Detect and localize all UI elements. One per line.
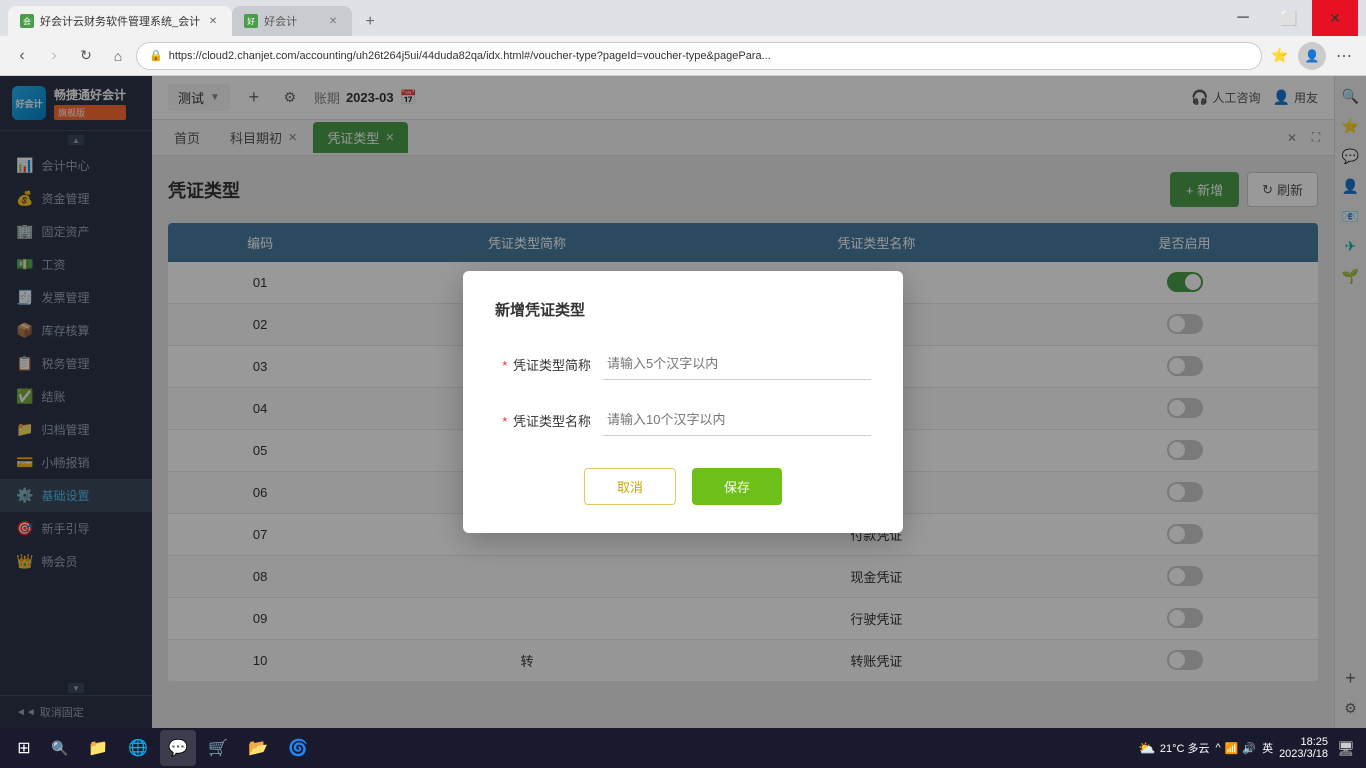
full-name-label: * 凭证类型名称: [495, 411, 591, 430]
cancel-btn[interactable]: 取消: [584, 468, 676, 505]
system-tray: ^ 📶 🔊: [1215, 742, 1256, 755]
taskbar-apps: 📁 🌐 💬 🛒 📂 🌀: [80, 730, 316, 766]
volume-icon: 🔊: [1242, 742, 1256, 755]
dialog-actions: 取消 保存: [495, 468, 871, 505]
taskbar: ⊞ 🔍 📁 🌐 💬 🛒 📂 🌀 ⛅ 21°C 多云 ^ 📶 🔊 英 18:25 …: [0, 728, 1366, 768]
time-display: 18:25: [1300, 736, 1328, 748]
tab-close-2[interactable]: ✕: [326, 14, 340, 28]
taskbar-app-1[interactable]: 📁: [80, 730, 116, 766]
start-button[interactable]: ⊞: [8, 732, 40, 764]
weather-icon: ⛅: [1138, 740, 1155, 757]
nav-more[interactable]: ⋯: [1330, 42, 1358, 70]
dialog-form: * 凭证类型简称 * 凭证类型名称: [495, 348, 871, 436]
taskbar-time: 18:25 2023/3/18: [1279, 736, 1328, 760]
taskbar-right: ⛅ 21°C 多云 ^ 📶 🔊 英 18:25 2023/3/18 🖥: [1138, 736, 1358, 760]
save-btn[interactable]: 保存: [692, 468, 782, 505]
dialog-overlay: 新增凭证类型 * 凭证类型简称 * 凭证类型名称 取消 保存: [0, 76, 1366, 728]
address-text: https://cloud2.chanjet.com/accounting/uh…: [169, 50, 1249, 62]
date-display: 2023/3/18: [1279, 748, 1328, 760]
window-minimize[interactable]: ─: [1220, 0, 1266, 36]
tab-close-1[interactable]: ✕: [206, 14, 220, 28]
browser-tab-inactive[interactable]: 好 好会计 ✕: [232, 6, 352, 36]
nav-extensions[interactable]: ⭐: [1266, 42, 1294, 70]
taskbar-app-3[interactable]: 💬: [160, 730, 196, 766]
browser-tab-active[interactable]: 会 好会计云财务软件管理系统_会计 ✕: [8, 6, 232, 36]
nav-back[interactable]: ‹: [8, 42, 36, 70]
full-name-input[interactable]: [603, 404, 871, 436]
taskbar-app-edge[interactable]: 🌀: [280, 730, 316, 766]
nav-forward[interactable]: ›: [40, 42, 68, 70]
tab-title-1: 好会计云财务软件管理系统_会计: [40, 13, 200, 29]
taskbar-search[interactable]: 🔍: [44, 732, 76, 764]
wifi-icon: 📶: [1225, 742, 1239, 755]
form-row-full-name: * 凭证类型名称: [495, 404, 871, 436]
taskbar-app-5[interactable]: 📂: [240, 730, 276, 766]
required-marker-2: *: [502, 414, 507, 429]
tab-favicon-1: 会: [20, 14, 34, 28]
weather-text: 21°C 多云: [1160, 740, 1210, 756]
lang-indicator: 英: [1262, 740, 1273, 756]
form-row-short-name: * 凭证类型简称: [495, 348, 871, 380]
address-bar[interactable]: 🔒 https://cloud2.chanjet.com/accounting/…: [136, 42, 1262, 70]
new-tab-button[interactable]: +: [356, 8, 384, 36]
tray-arrow[interactable]: ^: [1215, 742, 1220, 754]
weather-info: ⛅ 21°C 多云: [1138, 740, 1209, 757]
nav-account[interactable]: 👤: [1298, 42, 1326, 70]
browser-nav-bar: ‹ › ↻ ⌂ 🔒 https://cloud2.chanjet.com/acc…: [0, 36, 1366, 76]
nav-reload[interactable]: ↻: [72, 42, 100, 70]
tab-favicon-2: 好: [244, 14, 258, 28]
notification-btn[interactable]: 🖥: [1334, 736, 1358, 760]
lock-icon: 🔒: [149, 49, 163, 62]
browser-tabs-bar: 会 好会计云财务软件管理系统_会计 ✕ 好 好会计 ✕ + ─ ⬜ ✕: [0, 0, 1366, 36]
dialog-title: 新增凭证类型: [495, 299, 871, 320]
short-name-input[interactable]: [603, 348, 871, 380]
required-marker: *: [502, 358, 507, 373]
window-maximize[interactable]: ⬜: [1266, 0, 1312, 36]
nav-home[interactable]: ⌂: [104, 42, 132, 70]
taskbar-app-2[interactable]: 🌐: [120, 730, 156, 766]
dialog: 新增凭证类型 * 凭证类型简称 * 凭证类型名称 取消 保存: [463, 271, 903, 533]
short-name-label: * 凭证类型简称: [495, 355, 591, 374]
window-close[interactable]: ✕: [1312, 0, 1358, 36]
browser-chrome: 会 好会计云财务软件管理系统_会计 ✕ 好 好会计 ✕ + ─ ⬜ ✕ ‹ › …: [0, 0, 1366, 76]
taskbar-app-4[interactable]: 🛒: [200, 730, 236, 766]
tab-title-2: 好会计: [264, 13, 320, 29]
